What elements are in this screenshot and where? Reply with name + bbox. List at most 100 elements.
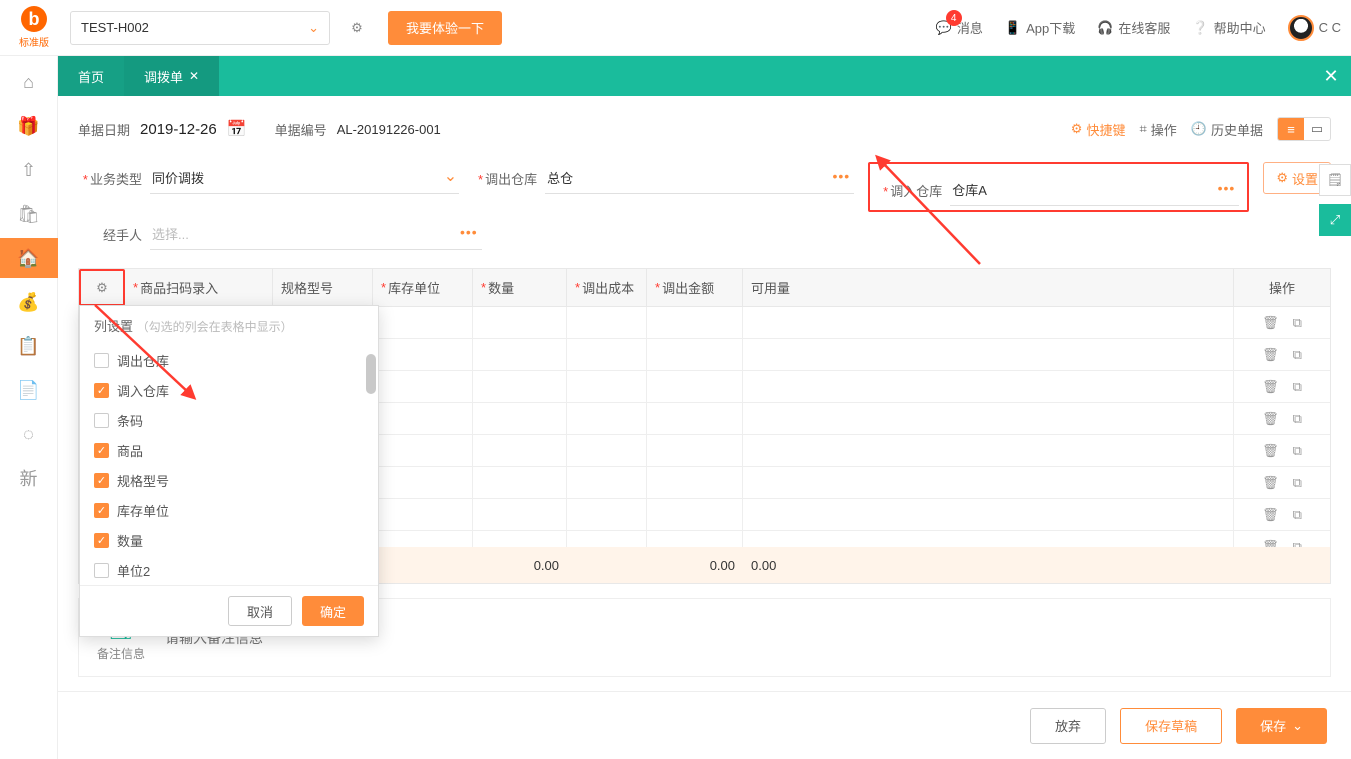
save-button[interactable]: 保存⌄ [1236,708,1327,744]
messages-badge: 4 [946,10,962,26]
sidebar-warehouse[interactable]: 🏠 [0,238,58,278]
clipboard-icon: 📋 [17,336,39,357]
gear-icon: ⚙ [1071,121,1083,137]
tab-close-icon[interactable]: ✕ [189,69,199,83]
tab-close-all-button[interactable]: ✕ [1311,56,1351,96]
column-setting-item[interactable]: 单位2 [94,555,364,585]
copy-icon[interactable]: ⧉ [1293,443,1302,459]
field-handler[interactable]: 经手人 选择...••• [78,218,482,250]
column-setting-item[interactable]: ✓规格型号 [94,465,364,495]
online-service-button[interactable]: 🎧 在线客服 [1097,18,1170,37]
bill-date-value[interactable]: 2019-12-26 [140,121,217,138]
sidebar-money[interactable]: 💰 [0,282,58,322]
headset-icon: 🎧 [1097,20,1113,36]
warehouse-icon: 🏠 [17,248,39,269]
user-name: C C [1319,20,1341,35]
popover-confirm-button[interactable]: 确定 [302,596,364,626]
popover-cancel-button[interactable]: 取消 [228,596,292,626]
top-header: b 标准版 TEST-H002 ⌄ ⚙ 我要体验一下 💬 消息 4 📱 App下… [0,0,1351,56]
tab-home[interactable]: 首页 [58,56,124,96]
col-op: 操作 [1234,269,1330,306]
delete-icon[interactable]: 🗑 [1262,411,1279,427]
column-setting-item[interactable]: ✓库存单位 [94,495,364,525]
scrollbar[interactable] [366,354,376,394]
footer-qty: 0.00 [473,547,567,583]
new-badge-icon: 新 [20,465,38,491]
col-avail: 可用量 [743,269,1234,306]
column-setting-item[interactable]: 条码 [94,405,364,435]
copy-icon[interactable]: ⧉ [1293,507,1302,523]
column-settings-button[interactable]: ⚙ [79,269,125,306]
col-spec: 规格型号 [273,269,373,306]
shortcut-button[interactable]: ⚙快捷键 [1071,120,1126,139]
checkbox-icon: ✓ [94,503,109,518]
delete-icon[interactable]: 🗑 [1262,507,1279,523]
view-list-button[interactable]: ≡ [1278,118,1304,140]
header-settings-button[interactable]: ⚙ [340,11,374,45]
sidebar-home[interactable]: ⌂ [0,62,58,102]
user-menu[interactable]: C C [1288,15,1341,41]
logo-icon: b [21,6,47,32]
float-expand-button[interactable]: ⤢ [1319,204,1351,236]
field-biz-type[interactable]: *业务类型 同价调拨⌄ [78,162,459,194]
column-setting-item[interactable]: ✓商品 [94,435,364,465]
scan-input-button[interactable]: 扫码录入 [166,278,218,297]
sidebar-clipboard[interactable]: 📋 [0,326,58,366]
footer-avail: 0.00 [743,547,1234,583]
upload-icon: ⇧ [21,160,36,181]
tab-transfer-label: 调拨单 [144,67,183,86]
col-goods: *商品 扫码录入 [125,269,273,306]
delete-icon[interactable]: 🗑 [1262,475,1279,491]
popover-title: 列设置 [94,319,133,334]
view-grid-button[interactable]: ▭ [1304,118,1330,140]
field-out-warehouse[interactable]: *调出仓库 总仓••• [473,162,854,194]
checkbox-icon: ✓ [94,473,109,488]
sidebar-upload[interactable]: ⇧ [0,150,58,190]
sync-icon: ◌ [23,424,34,445]
line-items-table: ⚙ *商品 扫码录入 规格型号 *库存单位 *数量 *调出成本 *调出金额 可用… [78,268,1331,584]
save-draft-button[interactable]: 保存草稿 [1120,708,1222,744]
copy-icon[interactable]: ⧉ [1293,347,1302,363]
gear-icon: ⚙ [1276,170,1288,186]
history-button[interactable]: 🕘历史单据 [1191,120,1263,139]
sidebar-bag[interactable]: 🛍 [0,194,58,234]
field-in-warehouse[interactable]: *调入仓库 仓库A••• [868,162,1249,212]
copy-icon[interactable]: ⧉ [1293,539,1302,548]
copy-icon[interactable]: ⧉ [1293,379,1302,395]
delete-icon[interactable]: 🗑 [1262,379,1279,395]
more-icon: ••• [833,168,851,184]
store-selector[interactable]: TEST-H002 ⌄ [70,11,330,45]
sidebar-gift[interactable]: 🎁 [0,106,58,146]
bill-no-value: AL-20191226-001 [337,122,441,137]
checkbox-icon [94,353,109,368]
discard-button[interactable]: 放弃 [1030,708,1106,744]
calendar-icon[interactable]: 📅 [227,119,247,139]
column-setting-item[interactable]: ✓调入仓库 [94,375,364,405]
trial-button[interactable]: 我要体验一下 [388,11,502,45]
sidebar-sync[interactable]: ◌ [0,414,58,454]
delete-icon[interactable]: 🗑 [1262,315,1279,331]
app-download-button[interactable]: 📱 App下载 [1005,18,1075,37]
help-center-label: 帮助中心 [1214,18,1266,37]
sidebar-doc[interactable]: 📄 [0,370,58,410]
help-center-button[interactable]: ❔ 帮助中心 [1192,18,1265,37]
copy-icon[interactable]: ⧉ [1293,411,1302,427]
tab-transfer[interactable]: 调拨单 ✕ [124,56,219,96]
messages-button[interactable]: 💬 消息 4 [936,18,983,37]
copy-icon[interactable]: ⧉ [1293,315,1302,331]
store-name: TEST-H002 [81,20,149,35]
gear-icon: ⚙ [96,280,108,296]
delete-icon[interactable]: 🗑 [1262,443,1279,459]
column-setting-item[interactable]: ✓数量 [94,525,364,555]
chevron-down-icon: ⌄ [1292,718,1303,734]
checkbox-icon: ✓ [94,533,109,548]
sidebar-new[interactable]: 新 [0,458,58,498]
delete-icon[interactable]: 🗑 [1262,539,1279,548]
bag-icon: 🛍 [17,204,40,225]
float-note-button[interactable]: 🗒 [1319,164,1351,196]
operate-button[interactable]: ⌗操作 [1139,120,1176,139]
copy-icon[interactable]: ⧉ [1293,475,1302,491]
edition-label: 标准版 [19,34,49,49]
delete-icon[interactable]: 🗑 [1262,347,1279,363]
column-setting-item[interactable]: 调出仓库 [94,345,364,375]
